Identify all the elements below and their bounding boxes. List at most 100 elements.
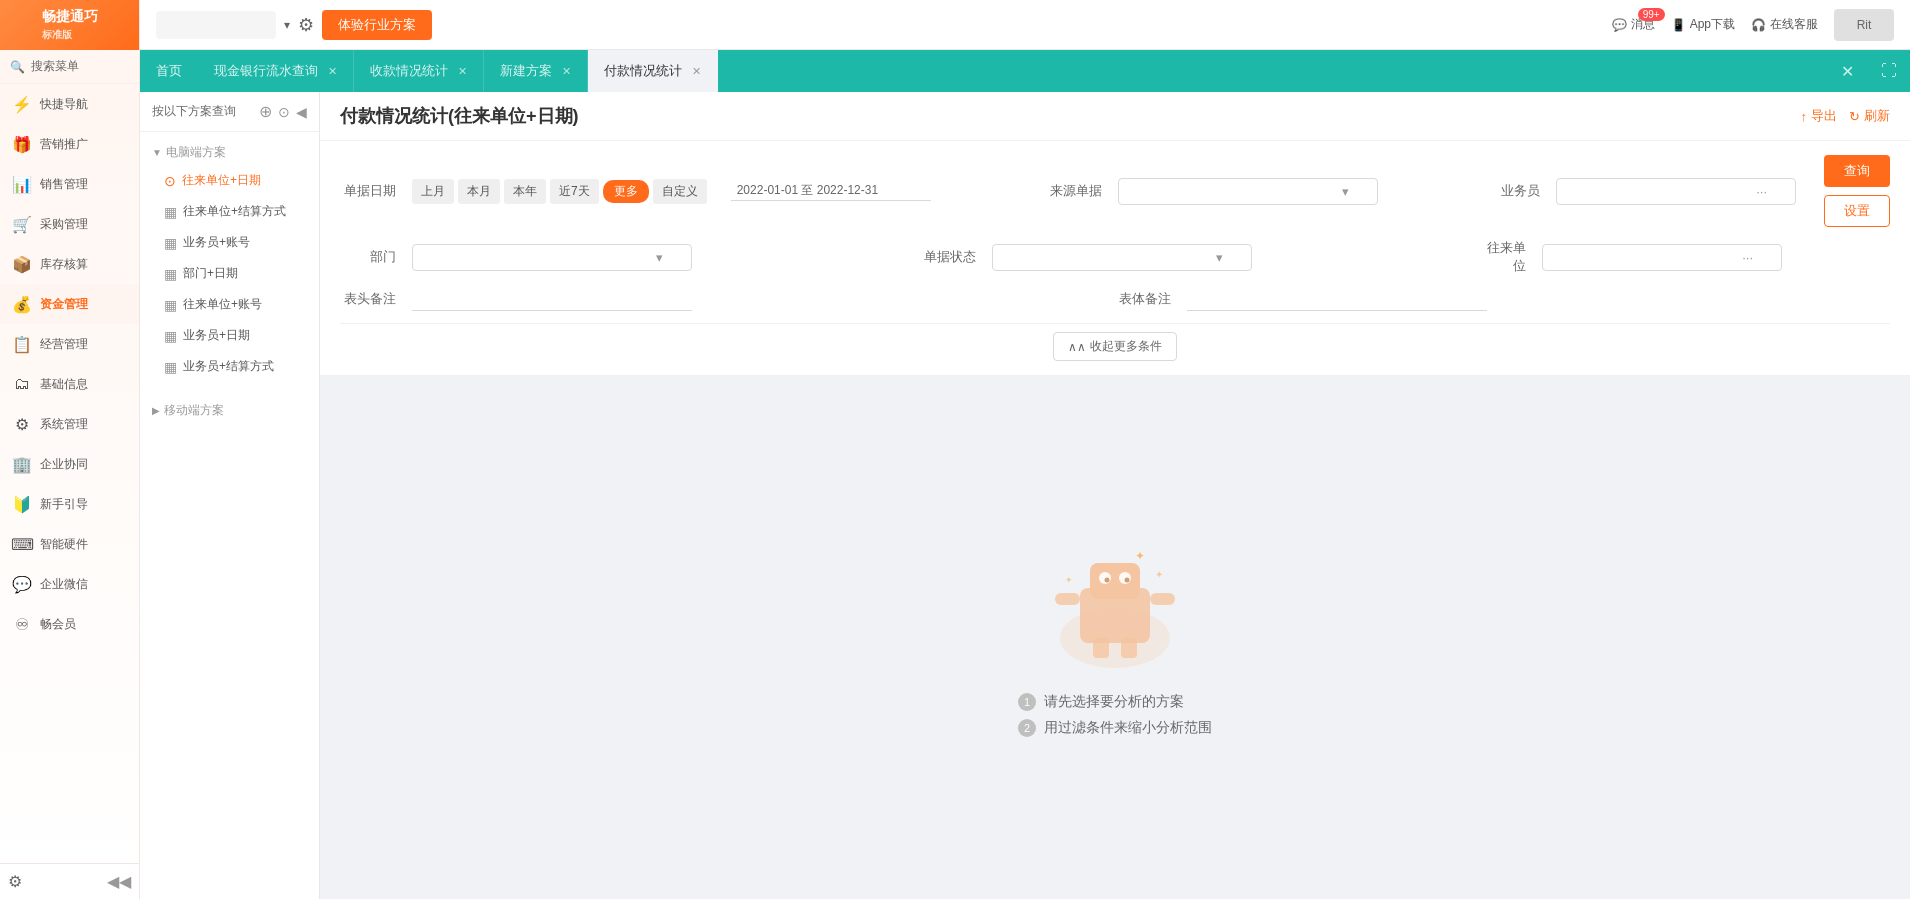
quicknav-icon: ⚡ bbox=[12, 94, 32, 114]
scheme-item-staff-date[interactable]: ▦ 业务员+日期 bbox=[140, 320, 319, 351]
tab-new-scheme[interactable]: 新建方案 ✕ bbox=[484, 50, 588, 92]
query-btn[interactable]: 查询 bbox=[1824, 155, 1890, 187]
scheme-item-unit-settle[interactable]: ▦ 往来单位+结算方式 bbox=[140, 196, 319, 227]
sidebar-item-label: 销售管理 bbox=[40, 176, 88, 193]
page-title: 付款情况统计(往来单位+日期) bbox=[340, 104, 579, 128]
svg-point-5 bbox=[1105, 578, 1110, 583]
scheme-collapse-icon[interactable]: ◀ bbox=[296, 104, 307, 120]
tab-label: 收款情况统计 bbox=[370, 62, 448, 80]
topnav-settings-icon[interactable]: ⚙ bbox=[298, 14, 314, 36]
scheme-panel-header: 按以下方案查询 ⊕ ⊙ ◀ bbox=[140, 92, 319, 132]
sidebar-item-hardware[interactable]: ⌨ 智能硬件 bbox=[0, 524, 139, 564]
sidebar-item-enterprise[interactable]: 🏢 企业协同 bbox=[0, 444, 139, 484]
sidebar-item-operations[interactable]: 📋 经营管理 bbox=[0, 324, 139, 364]
tab-home[interactable]: 首页 bbox=[140, 50, 198, 92]
scheme-group-desktop: ▼ 电脑端方案 ⊙ 往来单位+日期 ▦ 往来单位+结算方式 ▦ 业务员+账号 bbox=[140, 132, 319, 390]
source-doc-select[interactable]: ▾ bbox=[1118, 178, 1378, 205]
sidebar-item-wechat[interactable]: 💬 企业微信 bbox=[0, 564, 139, 604]
tab-bank-flow[interactable]: 现金银行流水查询 ✕ bbox=[198, 50, 354, 92]
app-name: 畅捷通巧 bbox=[42, 8, 98, 26]
refresh-icon: ↻ bbox=[1849, 109, 1860, 124]
online-service-btn[interactable]: 🎧 在线客服 bbox=[1751, 16, 1818, 33]
partner-select[interactable]: ··· bbox=[1542, 244, 1782, 271]
scheme-group-mobile-title[interactable]: ▶ 移动端方案 bbox=[140, 398, 319, 423]
topnav-right: 💬 消息 99+ 📱 App下载 🎧 在线客服 Rit bbox=[1612, 9, 1894, 41]
export-btn[interactable]: ↑ 导出 bbox=[1801, 107, 1838, 125]
sidebar-item-quicknav[interactable]: ⚡ 快捷导航 bbox=[0, 84, 139, 124]
tab-close-icon[interactable]: ✕ bbox=[562, 65, 571, 78]
industry-btn[interactable]: 体验行业方案 bbox=[322, 10, 432, 40]
sidebar-item-marketing[interactable]: 🎁 营销推广 bbox=[0, 124, 139, 164]
empty-robot-icon: ✦ ✦ ✦ bbox=[1045, 538, 1185, 678]
scheme-item-label: 往来单位+日期 bbox=[182, 172, 261, 189]
collapse-more-btn[interactable]: ∧∧ 收起更多条件 bbox=[1053, 332, 1177, 361]
tab-close-icon[interactable]: ✕ bbox=[458, 65, 467, 78]
scheme-group-desktop-title[interactable]: ▼ 电脑端方案 bbox=[140, 140, 319, 165]
tab-payment-stats[interactable]: 付款情况统计 ✕ bbox=[588, 50, 718, 92]
partner-dots[interactable]: ··· bbox=[1742, 250, 1753, 265]
date-btn-lastmonth[interactable]: 上月 bbox=[412, 179, 454, 204]
sidebar-collapse-icon[interactable]: ◀◀ bbox=[107, 872, 131, 891]
partner-label: 往来单位 bbox=[1476, 239, 1526, 275]
date-range-input[interactable]: 2022-01-01 至 2022-12-31 bbox=[731, 182, 931, 201]
tab-close-icon[interactable]: ✕ bbox=[692, 65, 701, 78]
svg-rect-9 bbox=[1093, 638, 1109, 658]
body-note-input[interactable] bbox=[1187, 287, 1487, 311]
sidebar-item-member[interactable]: ♾ 畅会员 bbox=[0, 604, 139, 644]
header-note-input[interactable] bbox=[412, 287, 692, 311]
salesperson-select[interactable]: ··· bbox=[1556, 178, 1796, 205]
tab-label: 新建方案 bbox=[500, 62, 552, 80]
sidebar-item-label: 新手引导 bbox=[40, 496, 88, 513]
sidebar-item-system[interactable]: ⚙ 系统管理 bbox=[0, 404, 139, 444]
refresh-btn[interactable]: ↻ 刷新 bbox=[1849, 107, 1890, 125]
sidebar-item-label: 库存核算 bbox=[40, 256, 88, 273]
sidebar-item-purchase[interactable]: 🛒 采购管理 bbox=[0, 204, 139, 244]
scheme-item-dept-date[interactable]: ▦ 部门+日期 bbox=[140, 258, 319, 289]
sidebar-item-guide[interactable]: 🔰 新手引导 bbox=[0, 484, 139, 524]
scheme-icon: ▦ bbox=[164, 204, 177, 220]
scheme-item-staff-account[interactable]: ▦ 业务员+账号 bbox=[140, 227, 319, 258]
doc-status-select[interactable]: ▾ bbox=[992, 244, 1252, 271]
date-btn-7days[interactable]: 近7天 bbox=[550, 179, 599, 204]
scheme-settings-icon[interactable]: ⊙ bbox=[278, 104, 290, 120]
sidebar-item-finance[interactable]: 💰 资金管理 bbox=[0, 284, 139, 324]
date-btn-custom[interactable]: 自定义 bbox=[653, 179, 707, 204]
sidebar-item-basic[interactable]: 🗂 基础信息 bbox=[0, 364, 139, 404]
scheme-icon: ▦ bbox=[164, 266, 177, 282]
collapse-arrow-icon: ▼ bbox=[152, 147, 162, 158]
sidebar-item-sales[interactable]: 📊 销售管理 bbox=[0, 164, 139, 204]
tab-receipt-stats[interactable]: 收款情况统计 ✕ bbox=[354, 50, 484, 92]
settings-btn[interactable]: 设置 bbox=[1824, 195, 1890, 227]
user-avatar[interactable]: Rit bbox=[1834, 9, 1894, 41]
date-btn-thismonth[interactable]: 本月 bbox=[458, 179, 500, 204]
top-nav: ▾ ⚙ 体验行业方案 💬 消息 99+ 📱 App下载 🎧 在线客服 bbox=[140, 0, 1910, 50]
scheme-panel-label: 按以下方案查询 bbox=[152, 103, 236, 120]
date-btn-more[interactable]: 更多 bbox=[603, 180, 649, 203]
sidebar-item-inventory[interactable]: 📦 库存核算 bbox=[0, 244, 139, 284]
tab-label: 付款情况统计 bbox=[604, 62, 682, 80]
notification-btn[interactable]: 💬 消息 99+ bbox=[1612, 16, 1655, 33]
sidebar-settings-icon[interactable]: ⚙ bbox=[8, 872, 22, 891]
export-icon: ↑ bbox=[1801, 109, 1808, 124]
add-scheme-icon[interactable]: ⊕ bbox=[259, 102, 272, 121]
scheme-item-unit-account[interactable]: ▦ 往来单位+账号 bbox=[140, 289, 319, 320]
tab-close-all-btn[interactable]: ✕ bbox=[1826, 50, 1868, 92]
svg-rect-7 bbox=[1055, 593, 1080, 605]
scheme-item-unit-date[interactable]: ⊙ 往来单位+日期 bbox=[140, 165, 319, 196]
sidebar-item-label: 企业协同 bbox=[40, 456, 88, 473]
salesperson-dots[interactable]: ··· bbox=[1756, 184, 1767, 199]
dept-select[interactable]: ▾ bbox=[412, 244, 692, 271]
app-download-btn[interactable]: 📱 App下载 bbox=[1671, 16, 1735, 33]
scheme-panel: 按以下方案查询 ⊕ ⊙ ◀ ▼ 电脑端方案 ⊙ 往来单位+日 bbox=[140, 92, 320, 899]
hardware-icon: ⌨ bbox=[12, 534, 32, 554]
dept-label: 部门 bbox=[340, 248, 396, 266]
svg-rect-2 bbox=[1090, 563, 1140, 599]
tab-maximize-btn[interactable]: ⛶ bbox=[1868, 50, 1910, 92]
company-dropdown-icon[interactable]: ▾ bbox=[284, 18, 290, 32]
tab-close-icon[interactable]: ✕ bbox=[328, 65, 337, 78]
company-name-display bbox=[156, 11, 276, 39]
sidebar-search[interactable]: 🔍 搜索菜单 bbox=[0, 50, 139, 84]
date-btn-thisyear[interactable]: 本年 bbox=[504, 179, 546, 204]
empty-tip-2: 2 用过滤条件来缩小分析范围 bbox=[1018, 719, 1212, 737]
scheme-item-staff-settle[interactable]: ▦ 业务员+结算方式 bbox=[140, 351, 319, 382]
